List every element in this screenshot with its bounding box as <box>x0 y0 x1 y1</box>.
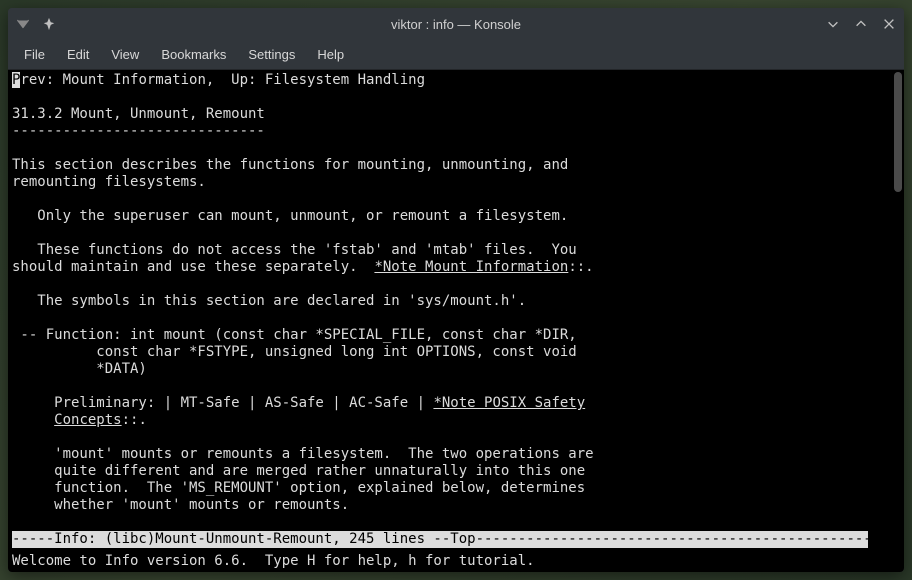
info-status-line: -----Info: (libc)Mount-Unmount-Remount, … <box>12 531 868 548</box>
info-link-mount-information[interactable]: *Note Mount Information <box>374 259 568 275</box>
text-line: ::. <box>568 259 593 275</box>
terminal-output[interactable]: Prev: Mount Information, Up: Filesystem … <box>8 70 904 572</box>
pin-icon[interactable] <box>40 15 58 33</box>
scrollbar[interactable] <box>894 72 902 192</box>
text-line: These functions do not access the 'fstab… <box>12 242 577 258</box>
text-line: This section describes the functions for… <box>12 157 568 173</box>
titlebar[interactable]: viktor : info — Konsole <box>8 8 904 40</box>
menubar: File Edit View Bookmarks Settings Help <box>8 40 904 70</box>
menu-view[interactable]: View <box>101 43 149 66</box>
menu-bookmarks[interactable]: Bookmarks <box>151 43 236 66</box>
text-line: 'mount' mounts or remounts a filesystem.… <box>12 446 594 462</box>
text-line: remounting filesystems. <box>12 174 206 190</box>
menu-settings[interactable]: Settings <box>238 43 305 66</box>
text-line: function. The 'MS_REMOUNT' option, expla… <box>12 480 585 496</box>
menu-edit[interactable]: Edit <box>57 43 99 66</box>
app-menu-icon[interactable] <box>14 15 32 33</box>
minimize-button[interactable] <box>824 15 842 33</box>
text-line: ::. <box>122 412 147 428</box>
welcome-line: Welcome to Info version 6.6. Type H for … <box>12 553 535 569</box>
text-line: Only the superuser can mount, unmount, o… <box>12 208 568 224</box>
text-line <box>12 412 54 428</box>
section-underline: ------------------------------ <box>12 123 265 139</box>
section-heading: 31.3.2 Mount, Unmount, Remount <box>12 106 265 122</box>
function-signature: *DATA) <box>12 361 147 377</box>
text-line: The symbols in this section are declared… <box>12 293 526 309</box>
info-link-posix-safety-concepts[interactable]: Concepts <box>54 412 121 428</box>
nav-line: rev: Mount Information, Up: Filesystem H… <box>20 72 425 88</box>
text-line: quite different and are merged rather un… <box>12 463 585 479</box>
menu-help[interactable]: Help <box>307 43 354 66</box>
text-line: should maintain and use these separately… <box>12 259 374 275</box>
function-signature: const char *FSTYPE, unsigned long int OP… <box>12 344 577 360</box>
close-button[interactable] <box>880 15 898 33</box>
maximize-button[interactable] <box>852 15 870 33</box>
menu-file[interactable]: File <box>14 43 55 66</box>
info-link-posix-safety[interactable]: *Note POSIX Safety <box>433 395 585 411</box>
text-line: whether 'mount' mounts or remounts. <box>12 497 349 513</box>
window-title: viktor : info — Konsole <box>8 17 904 32</box>
function-signature: -- Function: int mount (const char *SPEC… <box>12 327 577 343</box>
konsole-window: viktor : info — Konsole File Edit View B… <box>8 8 904 572</box>
text-line: Preliminary: | MT-Safe | AS-Safe | AC-Sa… <box>12 395 433 411</box>
